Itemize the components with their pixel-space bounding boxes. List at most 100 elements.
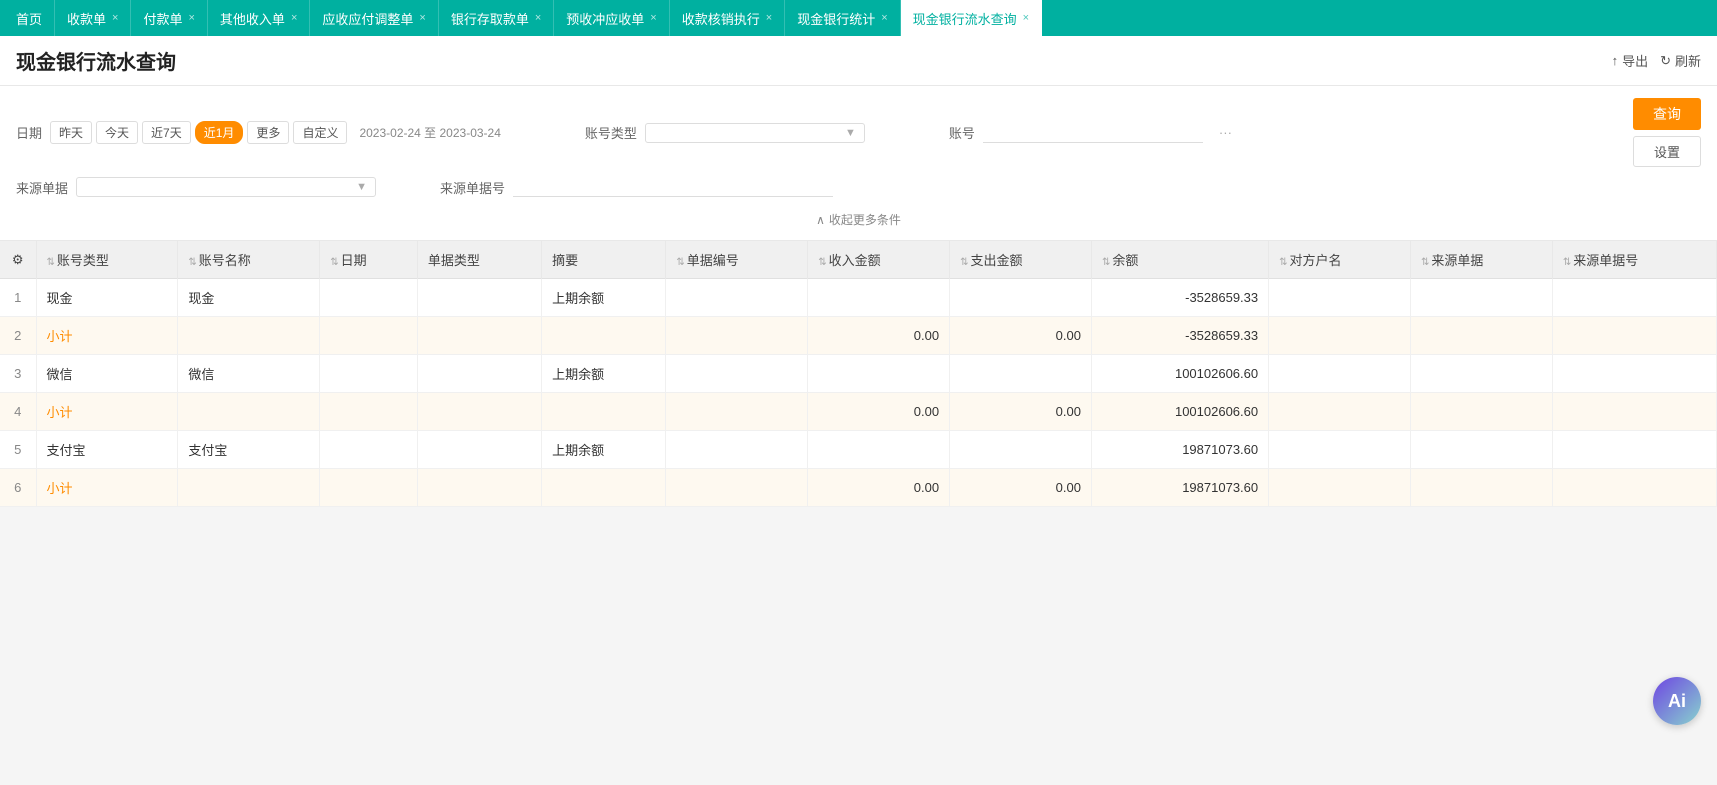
account-input[interactable] [983,123,1203,143]
date-btn-today[interactable]: 今天 [96,121,138,144]
dropdown-arrow-icon: ▼ [845,127,856,139]
refresh-button[interactable]: ↻ 刷新 [1660,51,1701,70]
account-label: 账号 [949,123,975,142]
balance-cell: -3528659.33 [1091,317,1268,355]
filter-row-1: 日期 昨天 今天 近7天 近1月 更多 自定义 2023-02-24 至 202… [16,98,1701,167]
account-type-select[interactable]: ▼ [645,123,865,143]
source-doc-no-cell [1552,469,1716,507]
row-number: 4 [0,393,36,431]
nav-tab-cash-flow[interactable]: 现金银行流水查询 × [901,0,1042,36]
col-account-type: ⇅账号类型 [36,241,178,279]
col-date: ⇅日期 [320,241,418,279]
settings-button[interactable]: 设置 [1633,136,1701,167]
table-row: 3微信微信上期余额100102606.60 [0,355,1717,393]
row-number: 3 [0,355,36,393]
close-icon[interactable]: × [419,12,425,24]
account-type-filter: 账号类型 ▼ [585,123,865,143]
source-doc-cell [1411,355,1553,393]
date-filter-label: 日期 [16,123,42,142]
nav-tab-payment[interactable]: 付款单 × [131,0,207,36]
source-doc-cell [1411,431,1553,469]
doc-type-cell [417,469,541,507]
nav-tab-home[interactable]: 首页 [4,0,55,36]
source-doc-cell [1411,469,1553,507]
nav-tab-other-income[interactable]: 其他收入单 × [208,0,310,36]
nav-tab-home-label: 首页 [16,9,42,28]
page-title: 现金银行流水查询 [16,46,176,75]
col-income: ⇅收入金额 [808,241,950,279]
income-cell [808,355,950,393]
table-row: 2小计0.000.00-3528659.33 [0,317,1717,355]
collapse-bar[interactable]: ∧ 收起更多条件 [16,207,1701,232]
income-cell [808,279,950,317]
close-icon[interactable]: × [881,12,887,24]
date-cell [320,317,418,355]
nav-tab-advance-label: 预收冲应收单 [566,9,644,28]
date-btn-custom[interactable]: 自定义 [293,121,347,144]
expense-cell: 0.00 [950,469,1092,507]
balance-cell: 100102606.60 [1091,355,1268,393]
counterpart-cell [1269,355,1411,393]
source-doc-cell [1411,393,1553,431]
nav-tab-writeoff[interactable]: 收款核销执行 × [670,0,785,36]
source-doc-no-cell [1552,393,1716,431]
income-cell [808,431,950,469]
source-doc-cell [1411,317,1553,355]
date-btn-more[interactable]: 更多 [247,121,289,144]
date-options: 昨天 今天 近7天 近1月 更多 自定义 [50,121,347,144]
export-label: 导出 [1622,51,1648,70]
col-doc-type: 单据类型 [417,241,541,279]
nav-tab-adjustment[interactable]: 应收应付调整单 × [310,0,438,36]
action-buttons: 查询 设置 [1633,98,1701,167]
doc-no-cell [666,279,808,317]
doc-no-cell [666,431,808,469]
export-button[interactable]: ↑ 导出 [1612,51,1649,70]
balance-cell: 19871073.60 [1091,469,1268,507]
counterpart-cell [1269,317,1411,355]
col-balance: ⇅余额 [1091,241,1268,279]
collapse-label: 收起更多条件 [829,211,901,228]
nav-tab-advance[interactable]: 预收冲应收单 × [554,0,669,36]
source-doc-select[interactable]: ▼ [76,177,376,197]
filter-area: 日期 昨天 今天 近7天 近1月 更多 自定义 2023-02-24 至 202… [0,86,1717,241]
close-icon[interactable]: × [112,12,118,24]
doc-type-cell [417,431,541,469]
gear-column-header[interactable]: ⚙ [0,241,36,279]
close-icon[interactable]: × [291,12,297,24]
date-btn-yesterday[interactable]: 昨天 [50,121,92,144]
expense-cell [950,355,1092,393]
account-type-cell: 现金 [36,279,178,317]
close-icon[interactable]: × [188,12,194,24]
date-cell [320,279,418,317]
balance-cell: 100102606.60 [1091,393,1268,431]
nav-tab-cash-stats[interactable]: 现金银行统计 × [785,0,900,36]
nav-tab-receipt[interactable]: 收款单 × [55,0,131,36]
filter-row-2: 来源单据 ▼ 来源单据号 [16,177,1701,197]
source-doc-no-cell [1552,317,1716,355]
close-icon[interactable]: × [535,12,541,24]
chevron-up-icon: ∧ [816,213,825,227]
table-row: 6小计0.000.0019871073.60 [0,469,1717,507]
nav-tab-cash-stats-label: 现金银行统计 [797,9,875,28]
close-icon[interactable]: × [766,12,772,24]
query-button[interactable]: 查询 [1633,98,1701,130]
expense-cell [950,431,1092,469]
close-icon[interactable]: × [1023,12,1029,24]
account-name-cell: 支付宝 [178,431,320,469]
row-number: 1 [0,279,36,317]
close-icon[interactable]: × [650,12,656,24]
income-cell: 0.00 [808,317,950,355]
account-ellipsis-icon[interactable]: ··· [1219,125,1232,140]
doc-type-cell [417,279,541,317]
counterpart-cell [1269,393,1411,431]
ai-label: Ai [1668,691,1686,712]
date-btn-1month[interactable]: 近1月 [195,121,244,144]
table-row: 4小计0.000.00100102606.60 [0,393,1717,431]
row-number: 2 [0,317,36,355]
nav-tab-bank-deposit[interactable]: 银行存取款单 × [439,0,554,36]
source-doc-no-input[interactable] [513,177,833,197]
ai-assistant-button[interactable]: Ai [1653,677,1701,725]
date-btn-7days[interactable]: 近7天 [142,121,191,144]
account-type-cell: 支付宝 [36,431,178,469]
col-doc-no: ⇅单据编号 [666,241,808,279]
